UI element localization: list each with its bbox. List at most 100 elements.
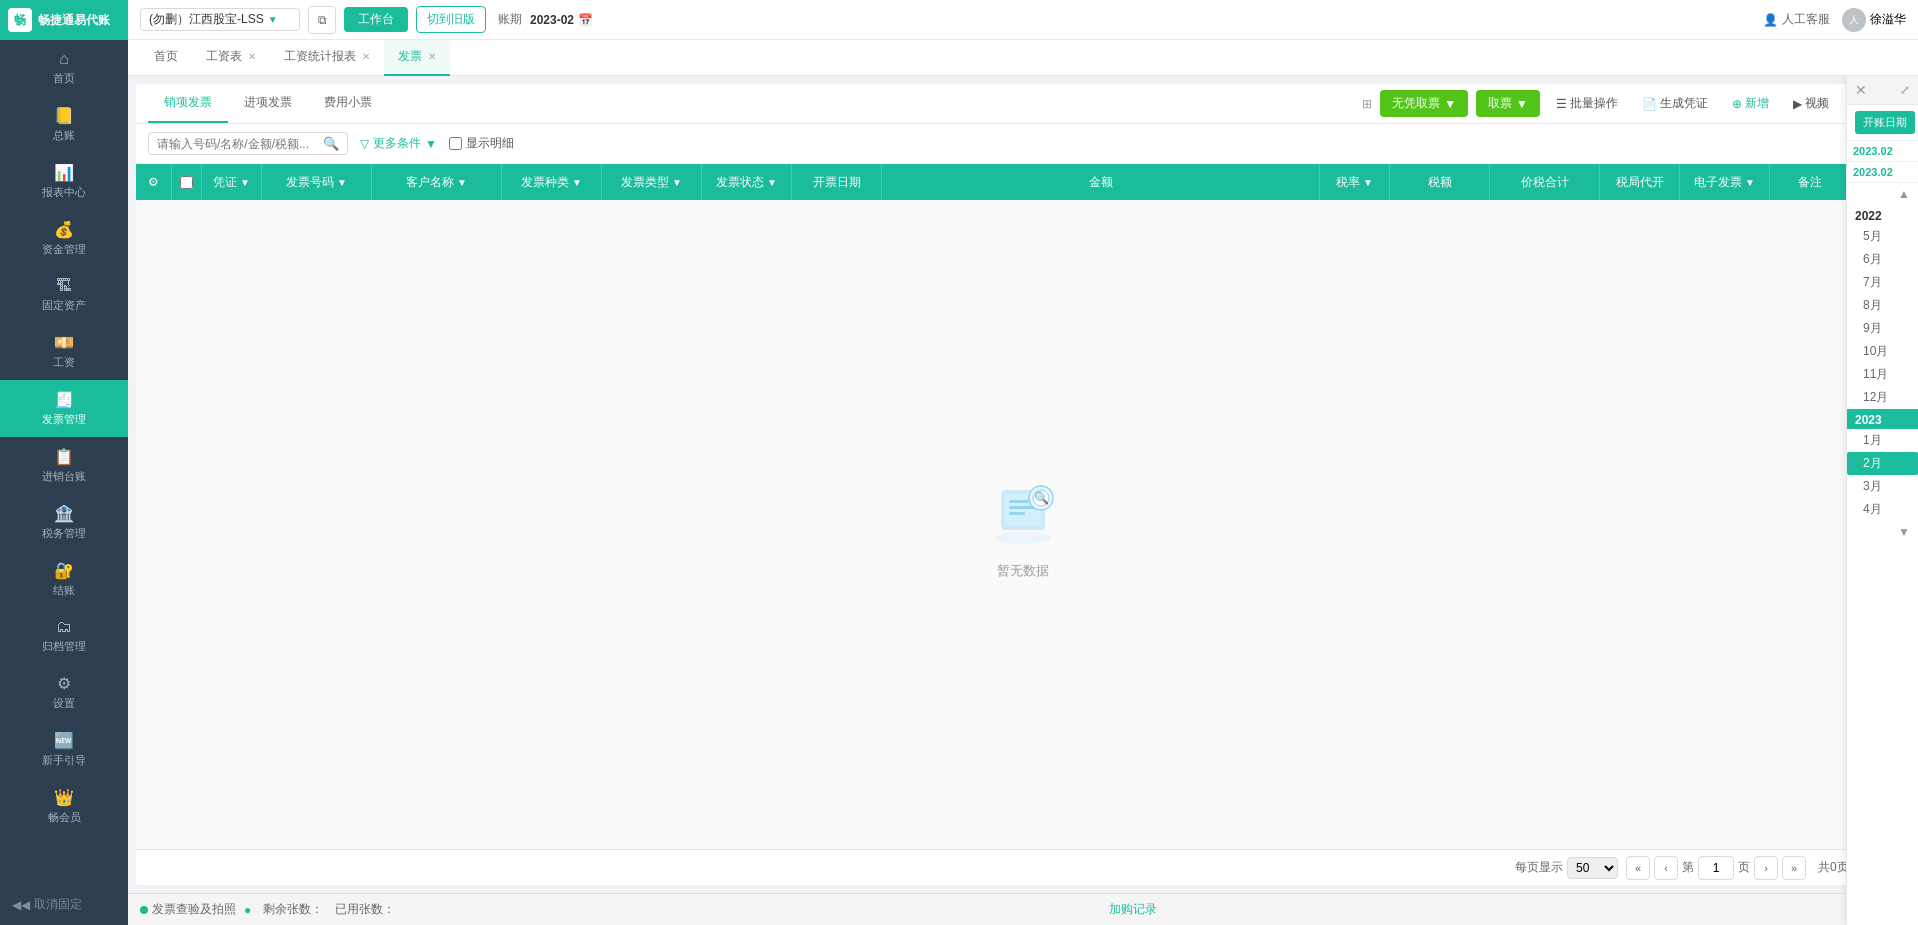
show-detail-checkbox[interactable] [449,137,462,150]
month-2022-9[interactable]: 9月 [1847,317,1918,340]
date-nav-down-icon[interactable]: ▼ [1898,525,1910,539]
sidebar-item-settings[interactable]: ⚙ 设置 [0,664,128,721]
new-button[interactable]: ⊕ 新增 [1724,90,1777,117]
no-voucher-button[interactable]: 无凭取票 ▼ [1380,90,1468,117]
filterbar: 🔍 ▽ 更多条件 ▼ 显示明细 [136,124,1910,164]
tax-icon: 🏦 [54,504,74,523]
service-icon: 👤 [1763,13,1778,27]
sidebar-label-archive: 归档管理 [42,639,86,654]
sidebar-item-ledger[interactable]: 📒 总账 [0,96,128,153]
invoice-status-sort-icon[interactable]: ▼ [767,177,777,188]
search-wrapper: 🔍 [148,132,348,155]
subtab-sales[interactable]: 销项发票 [148,84,228,123]
sidebar-item-salary[interactable]: 💴 工资 [0,323,128,380]
guide-icon: 🆕 [54,731,74,750]
batch-ops-button[interactable]: ☰ 批量操作 [1548,90,1626,117]
funds-icon: 💰 [54,220,74,239]
prev-page-button[interactable]: ‹ [1654,856,1678,880]
tab-invoice[interactable]: 发票 ✕ [384,40,450,76]
grid-view-icon[interactable]: ⊞ [1362,97,1372,111]
tab-home[interactable]: 首页 [140,40,192,76]
sidebar-item-home[interactable]: ⌂ 首页 [0,40,128,96]
th-invoice-type: 发票种类 ▼ [502,164,602,200]
switch-old-button[interactable]: 切到旧版 [416,6,486,33]
sidebar-item-invoice[interactable]: 🧾 发票管理 [0,380,128,437]
tab-salary-close-icon[interactable]: ✕ [248,51,256,62]
date-nav-up-icon[interactable]: ▲ [1898,187,1910,201]
search-icon[interactable]: 🔍 [323,136,339,151]
company-selector[interactable]: (勿删）江西股宝-LSS ▼ [140,8,300,31]
invoice-type-sort-icon[interactable]: ▼ [572,177,582,188]
content-area: 销项发票 进项发票 费用小票 ⊞ 无凭取票 ▼ [128,76,1918,925]
e-invoice-sort-icon[interactable]: ▼ [1745,177,1755,188]
voucher-sort-icon[interactable]: ▼ [240,177,250,188]
tab-salary-stats[interactable]: 工资统计报表 ✕ [270,40,384,76]
month-2023-2[interactable]: 2月 [1847,452,1918,475]
sidebar-item-sales[interactable]: 📋 进销台账 [0,437,128,494]
next-page-button[interactable]: › [1754,856,1778,880]
month-2022-6[interactable]: 6月 [1847,248,1918,271]
last-page-button[interactable]: » [1782,856,1806,880]
sidebar-item-tax[interactable]: 🏦 税务管理 [0,494,128,551]
th-settings[interactable]: ⚙ [136,164,172,200]
video-button[interactable]: ▶ 视频 [1785,90,1837,117]
date-panel-expand-icon[interactable]: ⤢ [1900,83,1910,97]
invoice-no-sort-icon[interactable]: ▼ [337,177,347,188]
service-button[interactable]: 👤 人工客服 [1763,11,1830,28]
sidebar-label-assets: 固定资产 [42,298,86,313]
invoice-category-sort-icon[interactable]: ▼ [672,177,682,188]
month-2022-8[interactable]: 8月 [1847,294,1918,317]
month-2023-4[interactable]: 4月 [1847,498,1918,521]
date-panel-close-icon[interactable]: ✕ [1855,82,1867,98]
th-tax-total: 价税合计 [1490,164,1600,200]
sidebar-item-reports[interactable]: 📊 报表中心 [0,153,128,210]
status-used: 已用张数： [335,901,395,918]
sidebar-item-archive[interactable]: 🗂 归档管理 [0,608,128,664]
per-page-dropdown[interactable]: 10 20 50 100 [1567,857,1618,879]
service-label: 人工客服 [1782,11,1830,28]
copy-button[interactable]: ⧉ [308,6,336,34]
subtab-purchase[interactable]: 进项发票 [228,84,308,123]
sidebar-label-reports: 报表中心 [42,185,86,200]
status-remaining: 剩余张数： [263,901,323,918]
first-page-button[interactable]: « [1626,856,1650,880]
more-conditions-button[interactable]: ▽ 更多条件 ▼ [360,135,437,152]
sidebar-item-assets[interactable]: 🏗 固定资产 [0,267,128,323]
subtab-expense[interactable]: 费用小票 [308,84,388,123]
period-calendar-icon[interactable]: 📅 [578,13,593,27]
gen-voucher-button[interactable]: 📄 生成凭证 [1634,90,1716,117]
archive-icon: 🗂 [56,618,72,636]
search-input[interactable] [157,137,319,151]
month-2022-12[interactable]: 12月 [1847,386,1918,409]
tab-salary-stats-label: 工资统计报表 [284,48,356,65]
month-2022-7[interactable]: 7月 [1847,271,1918,294]
month-2023-1[interactable]: 1月 [1847,429,1918,452]
date-panel-nav: ▲ [1847,183,1918,205]
tab-invoice-close-icon[interactable]: ✕ [428,51,436,62]
page-input[interactable] [1698,856,1734,880]
sidebar-collapse-btn[interactable]: ◀◀ 取消固定 [4,892,124,917]
subtabs-left: 销项发票 进项发票 费用小票 [148,84,388,123]
month-2023-3[interactable]: 3月 [1847,475,1918,498]
tax-rate-sort-icon[interactable]: ▼ [1363,177,1373,188]
workbench-button[interactable]: 工作台 [344,7,408,32]
voucher-button[interactable]: 取票 ▼ [1476,90,1540,117]
show-detail-label[interactable]: 显示明细 [449,135,514,152]
sidebar-item-member[interactable]: 👑 畅会员 [0,778,128,835]
sidebar-item-guide[interactable]: 🆕 新手引导 [0,721,128,778]
th-check[interactable] [172,164,202,200]
sidebar-item-funds[interactable]: 💰 资金管理 [0,210,128,267]
select-all-checkbox[interactable] [180,176,193,189]
month-2022-5[interactable]: 5月 [1847,225,1918,248]
tab-salary[interactable]: 工资表 ✕ [192,40,270,76]
gen-voucher-icon: 📄 [1642,97,1657,111]
sidebar-item-closing[interactable]: 🔐 结账 [0,551,128,608]
tab-salary-stats-close-icon[interactable]: ✕ [362,51,370,62]
customer-sort-icon[interactable]: ▼ [457,177,467,188]
month-2022-10[interactable]: 10月 [1847,340,1918,363]
user-info[interactable]: 人 徐溢华 [1842,8,1906,32]
th-e-invoice: 电子发票 ▼ [1680,164,1770,200]
add-purchase-link[interactable]: 加购记录 [1109,901,1157,918]
open-period-button[interactable]: 开账日期 [1855,111,1915,134]
month-2022-11[interactable]: 11月 [1847,363,1918,386]
